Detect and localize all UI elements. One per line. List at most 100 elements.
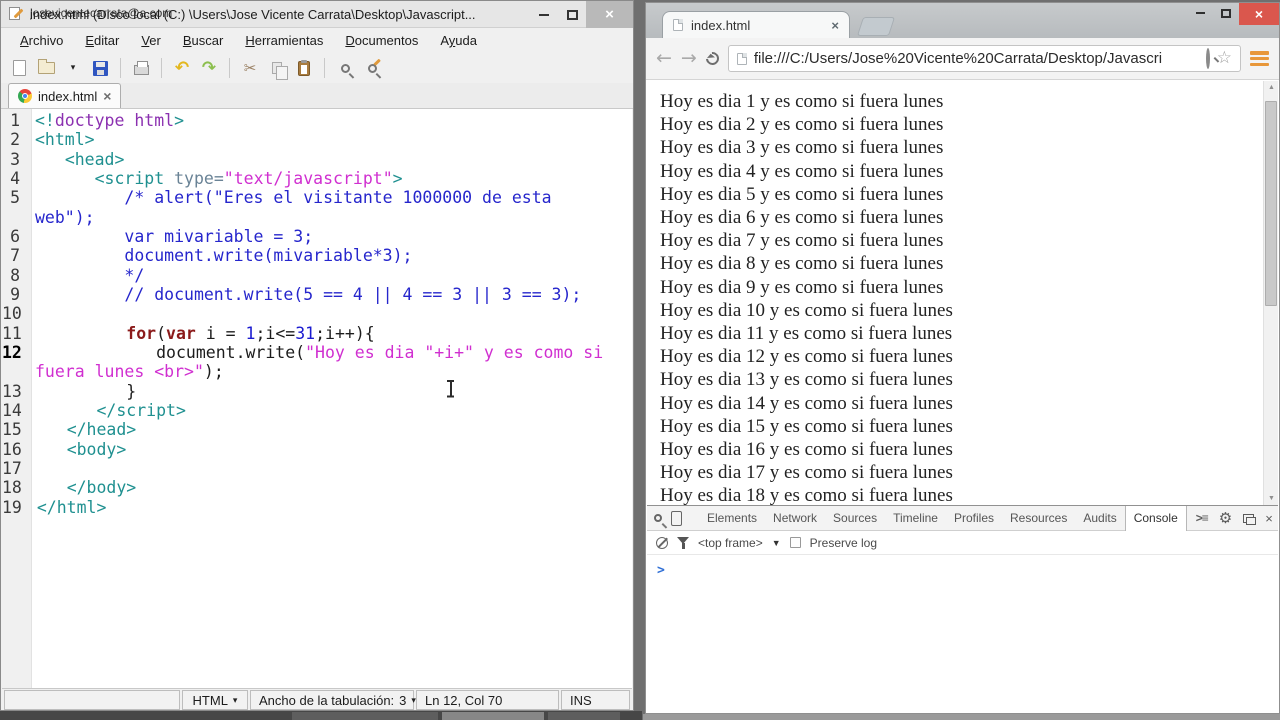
bookmark-star-icon[interactable]: ☆ bbox=[1217, 50, 1232, 67]
reload-icon[interactable] bbox=[703, 49, 722, 68]
filter-icon[interactable] bbox=[677, 537, 689, 549]
devtools-tabbar: Elements Network Sources Timeline Profiles Re… bbox=[647, 505, 1278, 531]
save-icon[interactable] bbox=[90, 58, 110, 78]
line-number: 9 bbox=[10, 284, 20, 304]
menu-editar[interactable]: Editar bbox=[74, 30, 130, 51]
code-line: 16 <body> bbox=[2, 440, 632, 459]
editor-menubar: Archivo Editar Ver Buscar Herramientas Docume… bbox=[1, 28, 633, 53]
menu-buscar[interactable]: Buscar bbox=[172, 30, 234, 51]
code-text: <!doctype html> bbox=[35, 111, 185, 130]
browser-tab[interactable]: index.html × bbox=[662, 11, 850, 38]
output-line: Hoy es dia 11 y es como si fuera lunes bbox=[660, 323, 953, 345]
search-replace-icon[interactable] bbox=[362, 58, 382, 78]
code-text: </html> bbox=[36, 497, 107, 517]
console-output[interactable]: > bbox=[647, 555, 1278, 578]
console-prompt: > bbox=[657, 563, 665, 578]
devtools-close-icon[interactable]: × bbox=[1265, 511, 1273, 526]
devtools-tab-elements[interactable]: Elements bbox=[699, 506, 765, 531]
open-folder-icon[interactable] bbox=[36, 58, 56, 78]
code-text: /* alert("Eres el visitante 1000000 de e… bbox=[124, 188, 552, 208]
chrome-menu-icon[interactable] bbox=[1250, 51, 1269, 66]
devtools-tab-sources[interactable]: Sources bbox=[825, 506, 885, 531]
page-favicon bbox=[673, 19, 683, 31]
devtools-tab-console[interactable]: Console bbox=[1124, 505, 1187, 531]
code-editor[interactable]: 1 <!doctype html> 2 <html> 3 <head> 4 <script… bbox=[2, 109, 632, 688]
inspect-search-icon[interactable] bbox=[654, 514, 662, 522]
output-line: Hoy es dia 3 y es como si fuera lunes bbox=[660, 137, 944, 159]
chevron-down-icon: ▼ bbox=[771, 537, 781, 548]
toolbar-separator bbox=[161, 58, 162, 78]
forward-icon[interactable]: → bbox=[681, 49, 697, 68]
line-number: 15 bbox=[2, 420, 22, 440]
gear-icon[interactable]: ⚙ bbox=[1219, 510, 1232, 526]
code-text: </script> bbox=[96, 400, 186, 420]
taskbar-button[interactable] bbox=[442, 712, 544, 720]
copy-icon[interactable] bbox=[267, 58, 288, 80]
code-line: 19 </html> bbox=[2, 498, 632, 517]
devtools-tab-resources[interactable]: Resources bbox=[1002, 506, 1075, 531]
editor-tabbar: index.html × bbox=[1, 83, 633, 109]
devtools-tab-profiles[interactable]: Profiles bbox=[946, 506, 1002, 531]
taskbar-sliver bbox=[0, 711, 642, 720]
code-line: 4 <script type="text/javascript"> bbox=[2, 169, 632, 188]
devtools-panel: Elements Network Sources Timeline Profiles Re… bbox=[647, 505, 1278, 712]
scroll-up-icon[interactable]: ▲ bbox=[1264, 81, 1278, 94]
paste-icon[interactable] bbox=[294, 58, 314, 78]
minimize-button[interactable] bbox=[530, 1, 558, 28]
code-text: var mivariable = 3; bbox=[124, 226, 314, 246]
undo-icon[interactable]: ↶ bbox=[172, 58, 192, 78]
code-text: document.write(mivariable*3); bbox=[124, 246, 413, 266]
address-bar[interactable]: file:///C:/Users/Jose%20Vicente%20Carrat… bbox=[727, 45, 1241, 72]
search-icon[interactable] bbox=[335, 58, 355, 78]
frame-selector[interactable]: <top frame> bbox=[698, 536, 763, 550]
url-text[interactable]: file:///C:/Users/Jose%20Vicente%20Carrat… bbox=[754, 50, 1199, 67]
clear-console-icon[interactable] bbox=[656, 536, 668, 549]
devtools-tab-timeline[interactable]: Timeline bbox=[885, 506, 946, 531]
watermark-text: josevicentecarrata@a.com bbox=[30, 6, 173, 20]
devtools-tab-network[interactable]: Network bbox=[765, 506, 825, 531]
menu-ayuda[interactable]: Ayuda bbox=[429, 30, 488, 51]
menu-ver[interactable]: Ver bbox=[130, 30, 172, 51]
dock-side-icon[interactable] bbox=[1243, 513, 1257, 525]
editor-tab-index-html[interactable]: index.html × bbox=[8, 83, 122, 108]
browser-window-controls: × bbox=[1187, 3, 1279, 25]
console-drawer-icon[interactable]: >≡ bbox=[1196, 511, 1209, 525]
zoom-icon[interactable] bbox=[1205, 47, 1210, 69]
new-tab-button[interactable] bbox=[856, 17, 896, 36]
scrollbar-thumb[interactable] bbox=[1265, 101, 1277, 306]
output-line: Hoy es dia 7 y es como si fuera lunes bbox=[660, 230, 944, 252]
devtools-tab-audits[interactable]: Audits bbox=[1075, 506, 1124, 531]
syntax-mode-dropdown[interactable]: HTML ▾ bbox=[182, 690, 248, 710]
tab-close-icon[interactable]: × bbox=[103, 89, 111, 103]
menu-archivo[interactable]: Archivo bbox=[9, 30, 74, 51]
menu-documentos[interactable]: Documentos bbox=[334, 30, 429, 51]
code-text: <body> bbox=[66, 439, 127, 459]
desktop-strip bbox=[643, 714, 1280, 720]
tab-close-icon[interactable]: × bbox=[831, 18, 839, 33]
redo-icon[interactable]: ↷ bbox=[199, 58, 219, 78]
cut-icon[interactable]: ✂ bbox=[240, 58, 260, 78]
close-button[interactable]: × bbox=[586, 1, 633, 28]
close-button[interactable]: × bbox=[1239, 3, 1279, 25]
code-text: </head> bbox=[66, 420, 137, 440]
maximize-button[interactable] bbox=[1213, 3, 1239, 23]
open-dropdown-caret[interactable]: ▾ bbox=[63, 58, 83, 78]
maximize-button[interactable] bbox=[558, 1, 586, 28]
taskbar-button[interactable] bbox=[548, 712, 620, 720]
line-number bbox=[2, 362, 26, 381]
scroll-down-icon[interactable]: ▼ bbox=[1264, 492, 1278, 505]
device-mode-icon[interactable] bbox=[671, 510, 682, 526]
output-line: Hoy es dia 4 y es como si fuera lunes bbox=[660, 160, 944, 182]
new-file-icon[interactable] bbox=[9, 58, 29, 78]
back-icon[interactable]: ← bbox=[656, 49, 672, 68]
line-number: 11 bbox=[2, 323, 22, 343]
preserve-log-checkbox[interactable] bbox=[789, 537, 801, 548]
output-line: Hoy es dia 16 y es como si fuera lunes bbox=[660, 439, 953, 461]
taskbar-button[interactable] bbox=[292, 712, 438, 720]
minimize-button[interactable] bbox=[1187, 3, 1213, 23]
tab-width-dropdown[interactable]: Ancho de la tabulación: 3 ▾ bbox=[250, 690, 416, 710]
menu-herramientas[interactable]: Herramientas bbox=[234, 30, 334, 51]
page-scrollbar[interactable]: ▲ ▼ bbox=[1263, 81, 1278, 505]
print-icon[interactable] bbox=[131, 58, 151, 78]
page-viewport: Hoy es dia 1 y es como si fuera lunes Hoy… bbox=[647, 81, 1278, 505]
